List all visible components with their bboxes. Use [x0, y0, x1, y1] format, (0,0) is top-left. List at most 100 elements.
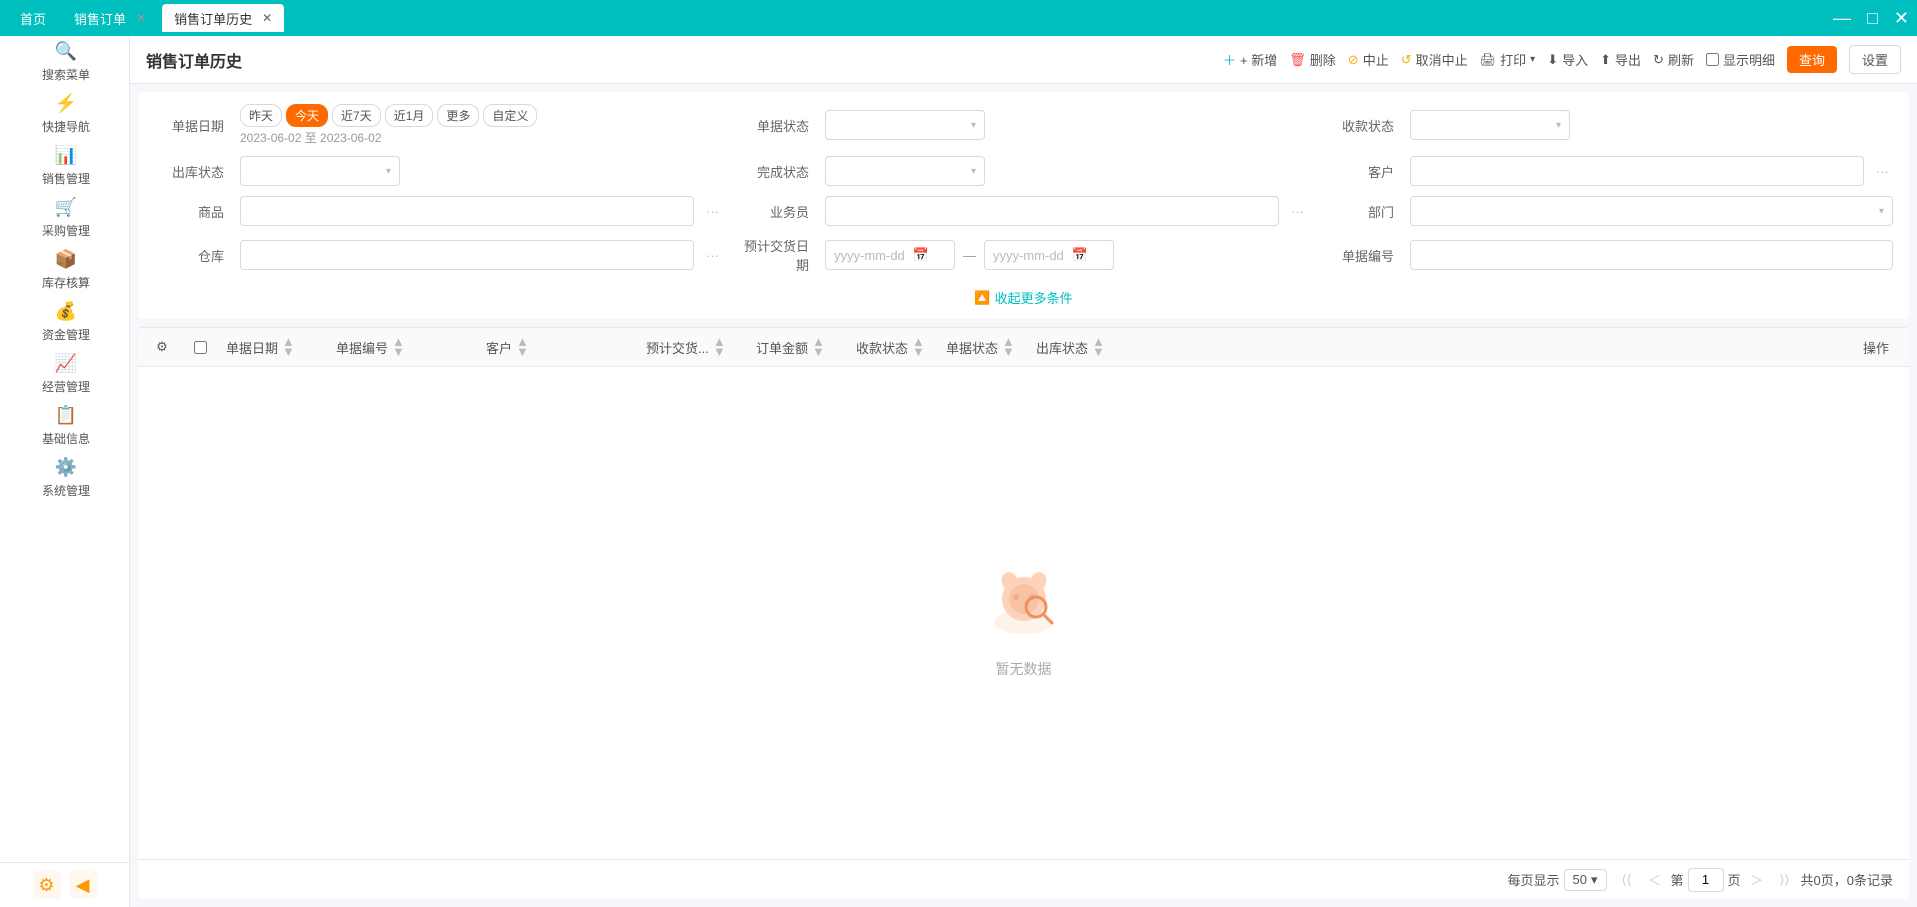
bill-status-select[interactable]: ▾	[825, 110, 985, 140]
settings-button[interactable]: 设置	[1849, 45, 1901, 74]
th-settings[interactable]: ⚙	[142, 339, 182, 355]
import-label: 导入	[1562, 50, 1588, 69]
btn-yesterday[interactable]: 昨天	[240, 104, 282, 127]
customer-sort-icon[interactable]: ▲▼	[516, 337, 529, 358]
sidebar-item-fund-mgmt[interactable]: 💰 资金管理	[0, 296, 129, 348]
th-action-label: 操作	[1863, 338, 1889, 357]
goods-input[interactable]	[240, 196, 694, 226]
bill-status-sort-icon[interactable]: ▲▼	[1002, 337, 1015, 358]
out-status-select[interactable]: ▾	[240, 156, 400, 186]
export-label: 导出	[1615, 50, 1641, 69]
empty-illustration	[974, 547, 1074, 647]
customer-more-btn[interactable]: ···	[1872, 164, 1893, 179]
delivery-sort-icon[interactable]: ▲▼	[713, 337, 726, 358]
out-status-sort-icon[interactable]: ▲▼	[1092, 337, 1105, 358]
refresh-button[interactable]: ↻ 刷新	[1653, 50, 1694, 69]
sidebar-item-inventory-check-label: 库存核算	[42, 274, 90, 291]
sidebar-settings-btn[interactable]: ⚙	[33, 871, 61, 899]
out-status-label: 出库状态	[154, 162, 224, 181]
th-number-label: 单据编号	[336, 338, 388, 357]
btn-more[interactable]: 更多	[437, 104, 479, 127]
collapse-button[interactable]: 🔼 收起更多条件	[974, 288, 1072, 307]
tab-sales-order[interactable]: 销售订单 ✕	[62, 4, 158, 32]
cancel-stop-button[interactable]: ↺ 取消中止	[1401, 50, 1468, 69]
date-filter-label: 单据日期	[154, 116, 224, 135]
tab-sales-order-close[interactable]: ✕	[136, 11, 146, 25]
th-checkbox[interactable]	[182, 341, 218, 354]
th-out-status-label: 出库状态	[1036, 338, 1088, 357]
tab-sales-order-label: 销售订单	[74, 9, 126, 28]
tab-sales-order-history-close[interactable]: ✕	[262, 11, 272, 25]
goods-more-btn[interactable]: ···	[702, 204, 723, 219]
btn-today[interactable]: 今天	[286, 104, 328, 127]
window-close[interactable]: ✕	[1894, 8, 1909, 29]
sidebar-item-purchase-mgmt[interactable]: 🛒 采购管理	[0, 192, 129, 244]
amount-sort-icon[interactable]: ▲▼	[812, 337, 825, 358]
sidebar-item-business-mgmt[interactable]: 📈 经营管理	[0, 348, 129, 400]
btn-custom[interactable]: 自定义	[483, 104, 537, 127]
delivery-date-end[interactable]: yyyy-mm-dd 📅	[984, 240, 1114, 270]
bill-status-arrow: ▾	[971, 120, 976, 131]
window-maximize[interactable]: □	[1867, 8, 1878, 29]
warehouse-input[interactable]	[240, 240, 694, 270]
delivery-date-start[interactable]: yyyy-mm-dd 📅	[825, 240, 955, 270]
goods-label: 商品	[154, 202, 224, 221]
btn-7days[interactable]: 近7天	[332, 104, 381, 127]
salesperson-more-btn[interactable]: ···	[1287, 204, 1308, 219]
bill-status-label: 单据状态	[739, 116, 809, 135]
sidebar-item-sales-mgmt[interactable]: 📊 销售管理	[0, 140, 129, 192]
next-page-btn[interactable]: ＞	[1745, 868, 1769, 892]
page-title: 销售订单历史	[146, 48, 1223, 72]
select-all-checkbox[interactable]	[194, 341, 207, 354]
prev-page-btn[interactable]: ＜	[1643, 868, 1667, 892]
sidebar-item-search-menu[interactable]: 🔍 搜索菜单	[0, 36, 129, 88]
calendar-start-icon: 📅	[913, 247, 929, 263]
sidebar-item-inventory-check[interactable]: 📦 库存核算	[0, 244, 129, 296]
pay-status-sort-icon[interactable]: ▲▼	[912, 337, 925, 358]
complete-status-control: ▾	[825, 156, 1308, 186]
sidebar-item-basic-info[interactable]: 📋 基础信息	[0, 400, 129, 452]
complete-status-label: 完成状态	[739, 162, 809, 181]
table-header: ⚙ 单据日期 ▲▼ 单据编号 ▲▼ 客	[138, 327, 1909, 367]
page-size-value: 50	[1573, 872, 1587, 887]
page-size-select: 每页显示 50 ▾	[1507, 869, 1606, 891]
sidebar-item-business-mgmt-label: 经营管理	[42, 378, 90, 395]
department-select[interactable]: ▾	[1410, 196, 1893, 226]
stop-button[interactable]: ⊘ 中止	[1348, 50, 1389, 69]
new-button[interactable]: ＋ + 新增	[1223, 50, 1277, 69]
bill-number-input[interactable]	[1410, 240, 1893, 270]
salesperson-input[interactable]	[825, 196, 1279, 226]
pay-status-select[interactable]: ▾	[1410, 110, 1570, 140]
current-page-input[interactable]	[1688, 868, 1724, 892]
sidebar-item-system-mgmt-label: 系统管理	[42, 482, 90, 499]
pay-status-label: 收款状态	[1324, 116, 1394, 135]
page-size-box[interactable]: 50 ▾	[1564, 869, 1607, 891]
export-button[interactable]: ⬆ 导出	[1600, 50, 1641, 69]
sidebar-collapse-btn[interactable]: ◀	[69, 871, 97, 899]
out-status-control: ▾	[240, 156, 723, 186]
stop-icon: ⊘	[1348, 52, 1359, 68]
warehouse-more-btn[interactable]: ···	[702, 248, 723, 263]
sidebar-item-quick-nav[interactable]: ⚡ 快捷导航	[0, 88, 129, 140]
window-minimize[interactable]: —	[1833, 8, 1851, 29]
pay-status-arrow: ▾	[1556, 120, 1561, 131]
number-sort-icon[interactable]: ▲▼	[392, 337, 405, 358]
last-page-btn[interactable]: ⟩⟩	[1773, 868, 1797, 892]
tab-home[interactable]: 首页	[8, 4, 58, 32]
print-button[interactable]: 🖨 打印 ▾	[1480, 50, 1536, 69]
tab-sales-order-history[interactable]: 销售订单历史 ✕	[162, 4, 284, 32]
show-detail-checkbox[interactable]	[1706, 53, 1719, 66]
new-icon: ＋	[1223, 50, 1236, 69]
sidebar-item-quick-nav-label: 快捷导航	[42, 118, 90, 135]
sidebar-item-system-mgmt[interactable]: ⚙️ 系统管理	[0, 452, 129, 504]
complete-status-select[interactable]: ▾	[825, 156, 985, 186]
first-page-btn[interactable]: ⟨⟨	[1615, 868, 1639, 892]
customer-input[interactable]	[1410, 156, 1864, 186]
query-button[interactable]: 查询	[1787, 46, 1837, 73]
import-button[interactable]: ⬇ 导入	[1547, 50, 1588, 69]
show-detail-checkbox-label[interactable]: 显示明细	[1706, 50, 1775, 69]
btn-1month[interactable]: 近1月	[385, 104, 434, 127]
main-layout: 🔍 搜索菜单 ⚡ 快捷导航 📊 销售管理 🛒 采购管理 📦 库存核算 💰 资金管…	[0, 36, 1917, 907]
delete-button[interactable]: 🗑 删除	[1289, 50, 1336, 69]
date-sort-icon[interactable]: ▲▼	[282, 337, 295, 358]
